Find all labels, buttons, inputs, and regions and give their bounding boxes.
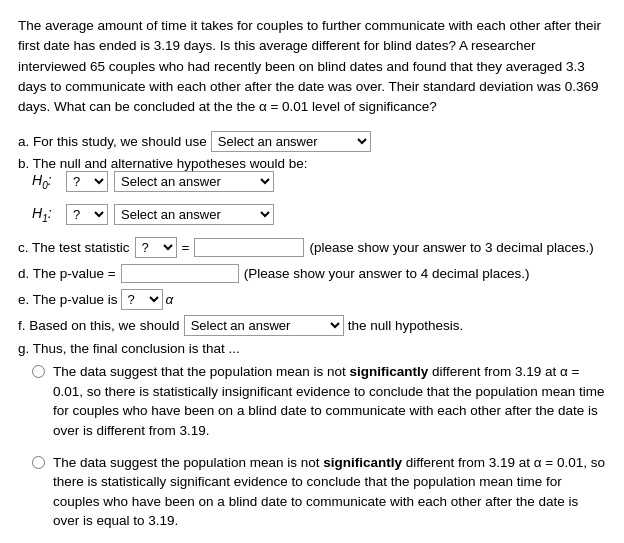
part-c-note: (please show your answer to 3 decimal pl…: [309, 240, 593, 255]
h0-label: H0:: [32, 172, 60, 191]
radio-option-2-input[interactable]: [32, 456, 45, 469]
h1-symbol-select[interactable]: ? = ≠ < > ≤ ≥: [66, 204, 108, 225]
part-f-label1: f. Based on this, we: [18, 318, 136, 333]
part-e-label: e. The p-value is: [18, 292, 118, 307]
part-d-label: d. The p-value =: [18, 266, 116, 281]
part-f-label2: the null hypothesis.: [348, 318, 464, 333]
part-c-label: c. The test statistic: [18, 240, 130, 255]
part-g-section: g. Thus, the final conclusion is that ..…: [18, 341, 606, 543]
radio-option-1-input[interactable]: [32, 365, 45, 378]
radio-option-1: The data suggest that the population mea…: [32, 362, 606, 440]
reject-select[interactable]: Select an answer reject fail to reject: [184, 315, 344, 336]
part-d-note: (Please show your answer to 4 decimal pl…: [244, 266, 530, 281]
part-b-label: b. The null and alternative hypotheses w…: [18, 156, 307, 171]
h0-symbol-select[interactable]: ? = ≠ < > ≤ ≥: [66, 171, 108, 192]
h1-answer-select[interactable]: Select an answer μ = 3.19 μ ≠ 3.19 μ > 3…: [114, 204, 274, 225]
radio-option-2-text: The data suggest the population mean is …: [53, 453, 606, 531]
test-stat-input[interactable]: [194, 238, 304, 257]
part-d-section: d. The p-value = (Please show your answe…: [18, 264, 606, 283]
part-f-middle: should: [140, 318, 180, 333]
intro-paragraph: The average amount of time it takes for …: [18, 16, 606, 117]
part-g-label: g. Thus, the final conclusion is that ..…: [18, 341, 240, 356]
part-e-section: e. The p-value is ? = ≠ < > ≤ ≥ α: [18, 289, 606, 310]
h1-label: H1:: [32, 205, 60, 224]
part-b-section: b. The null and alternative hypotheses w…: [18, 156, 606, 225]
part-a-label: a. For this study, we should use: [18, 134, 207, 149]
part-c-section: c. The test statistic ? z t F χ² = (plea…: [18, 237, 606, 258]
radio-options-container: The data suggest that the population mea…: [32, 362, 606, 543]
part-a-select[interactable]: Select an answer a one-sample t-test a o…: [211, 131, 371, 152]
alpha-symbol: α: [166, 292, 174, 307]
h1-row: H1: ? = ≠ < > ≤ ≥ Select an answer μ = 3…: [32, 204, 606, 225]
h0-answer-select[interactable]: Select an answer μ = 3.19 μ ≠ 3.19 μ > 3…: [114, 171, 274, 192]
part-a-section: a. For this study, we should use Select …: [18, 131, 606, 152]
pvalue-comparison-select[interactable]: ? = ≠ < > ≤ ≥: [121, 289, 163, 310]
pvalue-input[interactable]: [121, 264, 239, 283]
part-f-section: f. Based on this, we should Select an an…: [18, 315, 606, 336]
test-stat-select[interactable]: ? z t F χ²: [135, 237, 177, 258]
radio-option-1-text: The data suggest that the population mea…: [53, 362, 606, 440]
h0-row: H0: ? = ≠ < > ≤ ≥ Select an answer μ = 3…: [32, 171, 606, 192]
radio-option-2: The data suggest the population mean is …: [32, 453, 606, 531]
part-c-eq: =: [182, 240, 190, 255]
